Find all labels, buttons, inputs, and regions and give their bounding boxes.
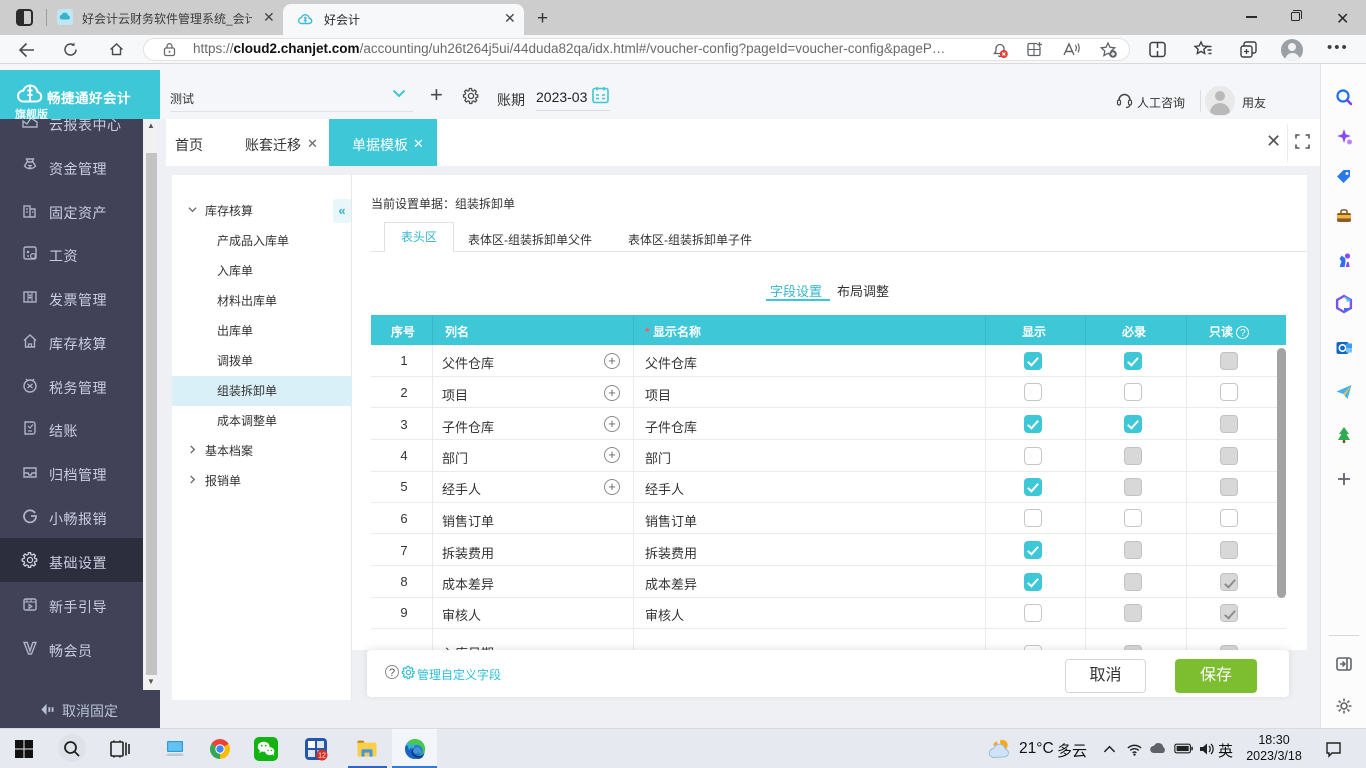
svg-text:12: 12 [318, 753, 326, 760]
